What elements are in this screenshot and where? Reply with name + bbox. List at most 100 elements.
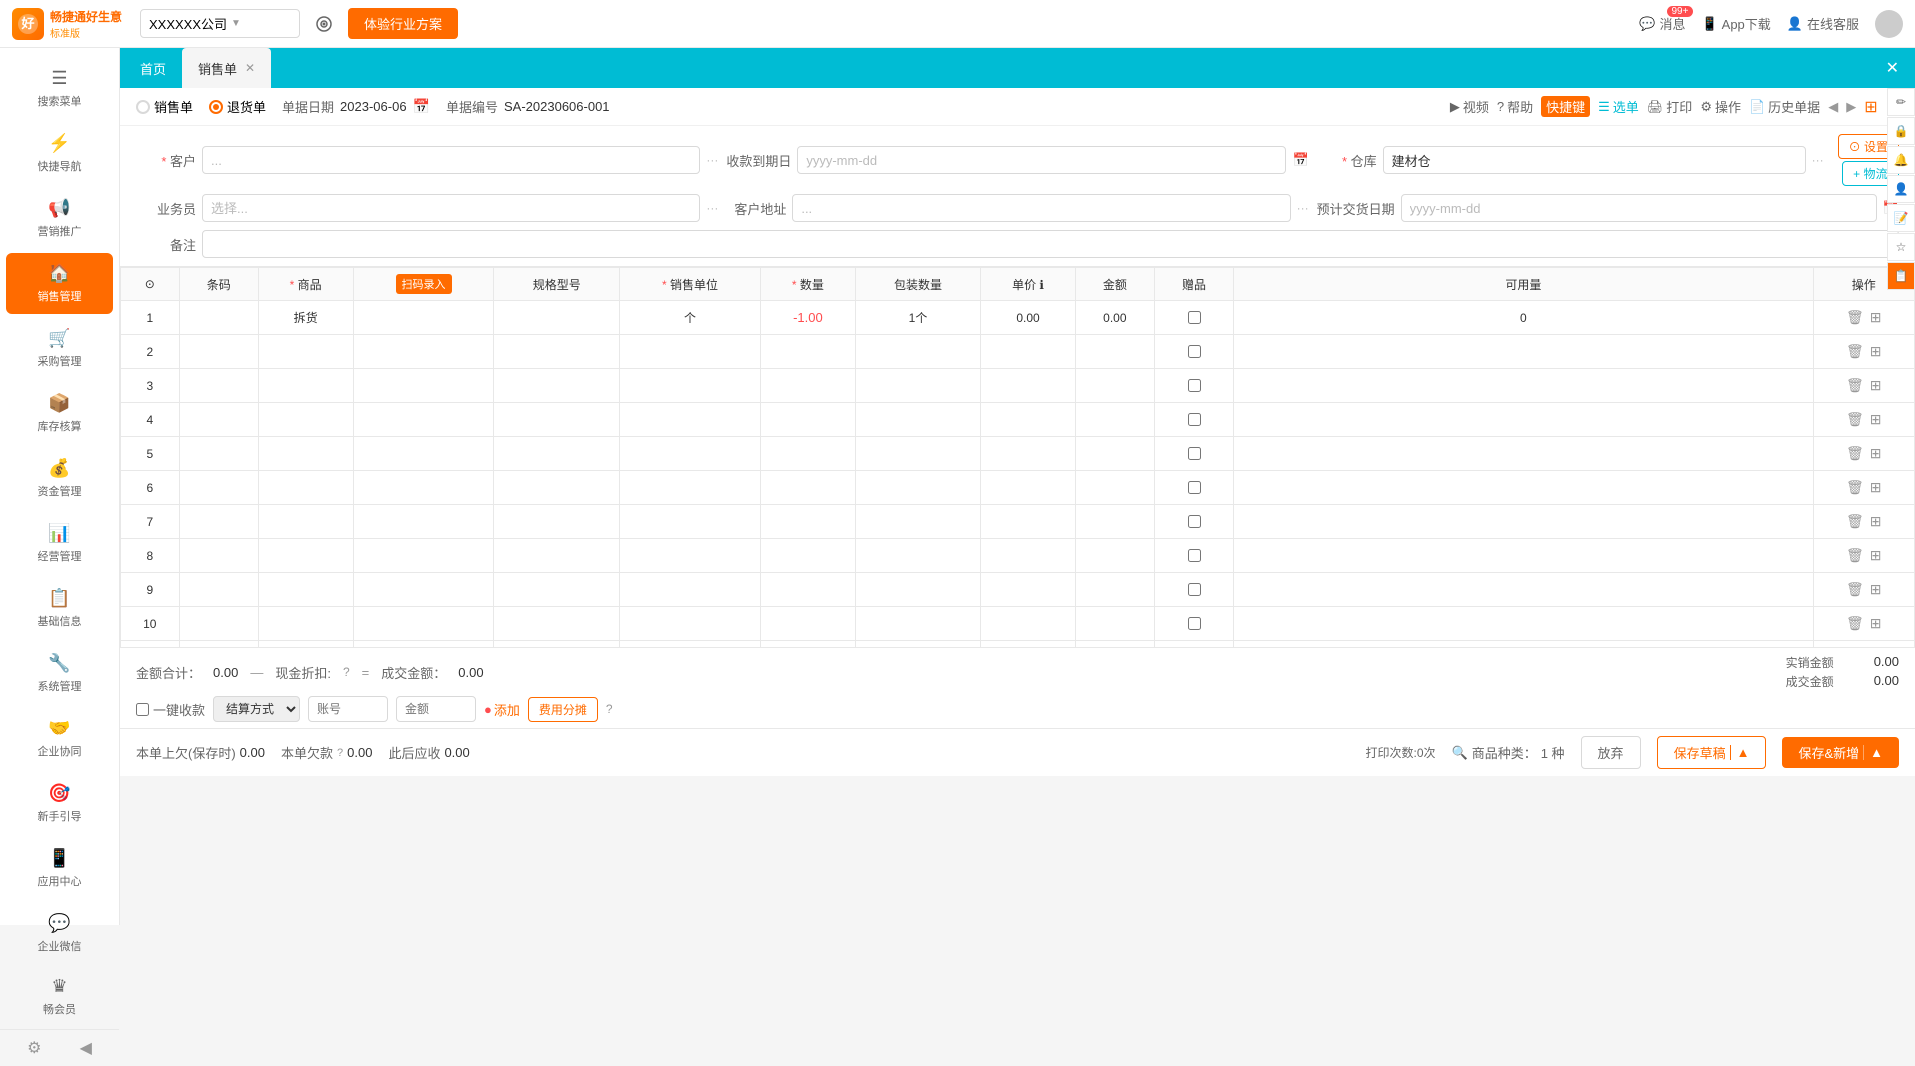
sidebar-item-basic[interactable]: 📋 基础信息 xyxy=(6,578,113,639)
delete-row-icon[interactable]: 🗑 xyxy=(1846,581,1864,598)
gift-checkbox[interactable] xyxy=(1188,481,1201,494)
gift-checkbox[interactable] xyxy=(1188,515,1201,528)
expense-help-icon[interactable]: ? xyxy=(606,702,613,716)
sidebar-item-newbie[interactable]: 🎯 新手引导 xyxy=(6,773,113,834)
app-download-button[interactable]: 📱 App下载 xyxy=(1701,14,1770,33)
sidebar-item-finance[interactable]: 💰 资金管理 xyxy=(6,448,113,509)
date-calendar-icon[interactable]: 📅 xyxy=(413,98,430,115)
copy-row-icon[interactable]: ⊞ xyxy=(1870,615,1882,632)
copy-row-icon[interactable]: ⊞ xyxy=(1870,309,1882,326)
gift-checkbox[interactable] xyxy=(1188,413,1201,426)
copy-row-icon[interactable]: ⊞ xyxy=(1870,445,1882,462)
payment-method-select[interactable]: 结算方式 xyxy=(213,696,300,722)
salesman-input[interactable] xyxy=(202,194,700,222)
delete-row-icon[interactable]: 🗑 xyxy=(1846,479,1864,496)
gift-checkbox[interactable] xyxy=(1188,379,1201,392)
sidebar-item-sales[interactable]: 🏠 销售管理 xyxy=(6,253,113,314)
shortcut-link[interactable]: 快捷键 xyxy=(1541,96,1590,117)
top-settings-button[interactable] xyxy=(308,8,340,40)
tab-home[interactable]: 首页 xyxy=(124,48,182,88)
delete-row-icon[interactable]: 🗑 xyxy=(1846,343,1864,360)
delete-row-icon[interactable]: 🗑 xyxy=(1846,309,1864,326)
copy-row-icon[interactable]: ⊞ xyxy=(1870,343,1882,360)
address-input[interactable] xyxy=(792,194,1290,222)
message-button[interactable]: 💬 消息 99+ xyxy=(1639,14,1685,33)
float-bell-btn[interactable]: 🔔 xyxy=(1887,146,1915,174)
add-payment-button[interactable]: ● 添加 xyxy=(484,700,520,719)
discount-help-icon[interactable]: ? xyxy=(343,665,350,679)
sidebar-item-shortcut[interactable]: ⚡ 快捷导航 xyxy=(6,123,113,184)
tab-close-icon[interactable]: ✕ xyxy=(245,61,255,75)
float-star-btn[interactable]: ☆ xyxy=(1887,233,1915,261)
abandon-button[interactable]: 放弃 xyxy=(1581,736,1641,769)
select-link[interactable]: ☰ 选单 xyxy=(1598,97,1639,116)
warehouse-more-btn[interactable]: ··· xyxy=(1812,153,1824,167)
copy-row-icon[interactable]: ⊞ xyxy=(1870,411,1882,428)
delete-row-icon[interactable]: 🗑 xyxy=(1846,513,1864,530)
video-link[interactable]: ▶ 视频 xyxy=(1450,97,1489,116)
save-new-button[interactable]: 保存&新增 ▲ xyxy=(1782,737,1899,768)
nav-prev-icon[interactable]: ◀ xyxy=(1828,99,1838,115)
print-link[interactable]: 🖨 打印 xyxy=(1647,97,1693,116)
delete-row-icon[interactable]: 🗑 xyxy=(1846,411,1864,428)
sidebar-item-marketing[interactable]: 📢 营销推广 xyxy=(6,188,113,249)
tab-sales-order[interactable]: 销售单 ✕ xyxy=(182,48,271,88)
gift-checkbox[interactable] xyxy=(1188,583,1201,596)
sidebar-item-member[interactable]: ♛ 畅会员 xyxy=(6,966,113,1027)
total-owed-hint[interactable]: ? xyxy=(337,747,343,759)
sidebar-item-wechat[interactable]: 💬 企业微信 xyxy=(6,903,113,964)
remarks-input[interactable] xyxy=(202,230,1899,258)
gift-checkbox[interactable] xyxy=(1188,549,1201,562)
radio-return[interactable]: 退货单 xyxy=(209,97,266,116)
history-link[interactable]: 📄 历史单据 xyxy=(1749,97,1820,116)
settings-bottom-icon[interactable]: ⚙ xyxy=(27,1038,41,1058)
sidebar-item-system[interactable]: 🔧 系统管理 xyxy=(6,643,113,704)
sidebar-item-collab[interactable]: 🤝 企业协同 xyxy=(6,708,113,769)
gift-checkbox[interactable] xyxy=(1188,345,1201,358)
account-input[interactable] xyxy=(308,696,388,722)
company-selector[interactable]: XXXXXX公司 ▼ xyxy=(140,9,300,38)
copy-row-icon[interactable]: ⊞ xyxy=(1870,479,1882,496)
expense-split-button[interactable]: 费用分摊 xyxy=(528,697,598,722)
delete-row-icon[interactable]: 🗑 xyxy=(1846,547,1864,564)
save-new-chevron[interactable]: ▲ xyxy=(1863,745,1883,760)
radio-sales[interactable]: 销售单 xyxy=(136,97,193,116)
payment-amount-input[interactable] xyxy=(396,696,476,722)
float-user-btn[interactable]: 👤 xyxy=(1887,175,1915,203)
delete-row-icon[interactable]: 🗑 xyxy=(1846,377,1864,394)
operations-link[interactable]: ⚙ 操作 xyxy=(1700,97,1741,116)
save-draft-button[interactable]: 保存草稿 ▲ xyxy=(1657,736,1767,769)
nav-next-icon[interactable]: ▶ xyxy=(1846,99,1856,115)
col-settings[interactable]: ⊙ xyxy=(121,268,180,301)
gift-checkbox[interactable] xyxy=(1188,447,1201,460)
gift-checkbox[interactable] xyxy=(1188,311,1201,324)
sidebar-item-operations[interactable]: 📊 经营管理 xyxy=(6,513,113,574)
online-support-button[interactable]: 👤 在线客服 xyxy=(1787,14,1859,33)
one-click-payment-checkbox[interactable]: 一键收款 xyxy=(136,700,205,719)
help-link[interactable]: ? 帮助 xyxy=(1497,97,1533,116)
save-draft-chevron[interactable]: ▲ xyxy=(1730,745,1750,760)
salesman-more-btn[interactable]: ··· xyxy=(706,201,718,215)
collapse-icon[interactable]: ◀ xyxy=(80,1038,92,1058)
delete-row-icon[interactable]: 🗑 xyxy=(1846,445,1864,462)
customer-more-btn[interactable]: ··· xyxy=(706,153,718,167)
sidebar-item-search[interactable]: ☰ 搜索菜单 xyxy=(6,58,113,119)
list-view-icon[interactable]: ⊞ xyxy=(1864,97,1877,117)
due-date-calendar-icon[interactable]: 📅 xyxy=(1292,152,1308,168)
copy-row-icon[interactable]: ⊞ xyxy=(1870,547,1882,564)
sidebar-item-inventory[interactable]: 📦 库存核算 xyxy=(6,383,113,444)
customer-input[interactable] xyxy=(202,146,700,174)
due-date-input[interactable] xyxy=(797,146,1286,174)
date-value[interactable]: 2023-06-06 xyxy=(340,99,407,114)
copy-row-icon[interactable]: ⊞ xyxy=(1870,377,1882,394)
sidebar-item-apps[interactable]: 📱 应用中心 xyxy=(6,838,113,899)
expected-date-input[interactable] xyxy=(1401,194,1877,222)
sidebar-item-purchase[interactable]: 🛒 采购管理 xyxy=(6,318,113,379)
one-click-checkbox[interactable] xyxy=(136,703,149,716)
close-all-tabs-button[interactable]: ✕ xyxy=(1874,60,1911,77)
copy-row-icon[interactable]: ⊞ xyxy=(1870,581,1882,598)
gift-checkbox[interactable] xyxy=(1188,617,1201,630)
float-edit-btn[interactable]: ✏ xyxy=(1887,88,1915,116)
avatar[interactable] xyxy=(1875,10,1903,38)
float-memo-btn[interactable]: 📝 xyxy=(1887,204,1915,232)
